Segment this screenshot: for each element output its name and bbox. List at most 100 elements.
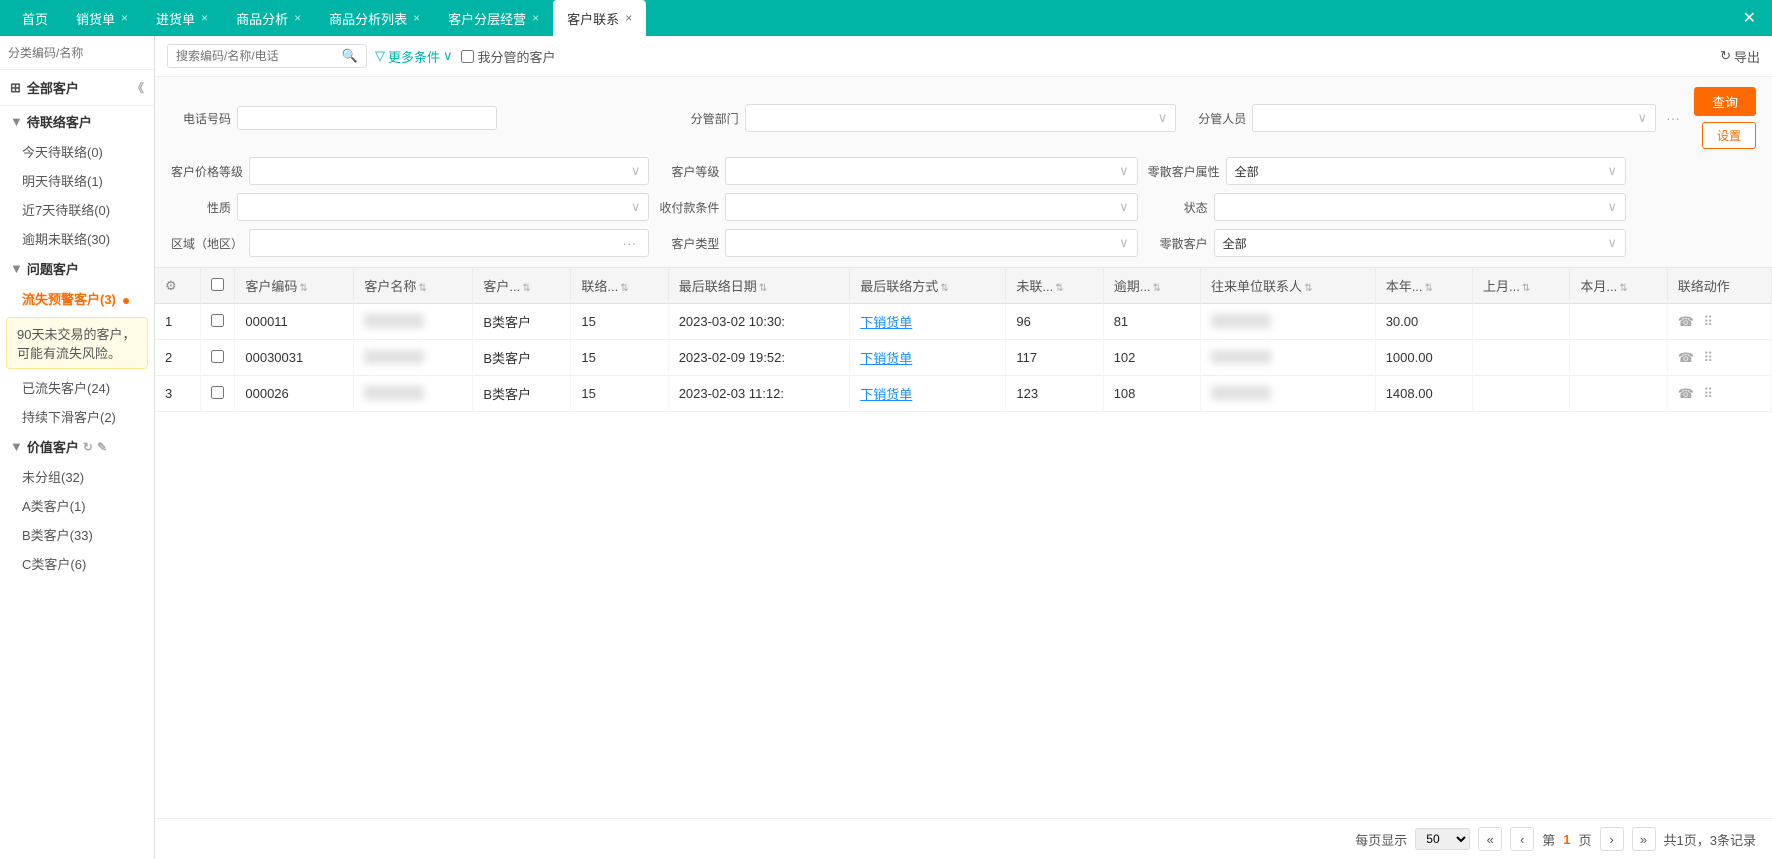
close-icon[interactable]: × xyxy=(625,11,632,25)
th-settings[interactable]: ⚙ xyxy=(155,268,201,304)
collapse-icon[interactable]: 《 xyxy=(132,79,144,96)
action-more-icon[interactable]: ⠿ xyxy=(1704,314,1714,329)
customer-type-select[interactable]: ∨ xyxy=(725,229,1137,257)
refresh-icon[interactable]: ↻ xyxy=(83,440,93,454)
tab-home[interactable]: 首页 xyxy=(8,0,62,36)
cell-last-method: 下销货单 xyxy=(850,340,1006,376)
sidebar-group-problem-title[interactable]: ▼ 问题客户 xyxy=(0,253,154,284)
th-last-date[interactable]: 最后联络日期⇅ xyxy=(668,268,850,304)
export-btn[interactable]: ↻ 导出 xyxy=(1720,47,1760,66)
arrow-down-icon: ▼ xyxy=(10,261,23,276)
cell-overdue: 102 xyxy=(1103,340,1200,376)
th-category[interactable]: 客户...⇅ xyxy=(473,268,571,304)
sidebar-item-class-a[interactable]: A类客户(1) xyxy=(0,491,154,520)
payment-select[interactable]: ∨ xyxy=(725,193,1137,221)
manager-select[interactable]: ∨ xyxy=(1252,104,1656,132)
tab-product-analysis[interactable]: 商品分析 × xyxy=(222,0,315,36)
action-more-icon[interactable]: ⠿ xyxy=(1704,386,1714,401)
cell-category: B类客户 xyxy=(473,376,571,412)
tab-sales[interactable]: 销货单 × xyxy=(62,0,142,36)
row-checkbox[interactable] xyxy=(211,314,224,327)
action-contact-icon[interactable]: ☎ xyxy=(1678,386,1694,401)
tab-customer-segment[interactable]: 客户分层经营 × xyxy=(434,0,553,36)
area-select[interactable]: ··· xyxy=(249,229,649,257)
cell-last-month xyxy=(1473,376,1570,412)
close-icon[interactable]: × xyxy=(294,11,301,25)
search-input[interactable] xyxy=(176,49,342,63)
tab-customer-contact[interactable]: 客户联系 × xyxy=(553,0,646,36)
tab-purchase[interactable]: 进货单 × xyxy=(142,0,222,36)
close-icon[interactable]: × xyxy=(201,11,208,25)
sidebar-group-pending-title[interactable]: ▼ 待联络客户 xyxy=(0,106,154,137)
page-prev-btn[interactable]: ‹ xyxy=(1510,827,1534,851)
sidebar-item-churned[interactable]: 已流失客户(24) xyxy=(0,373,154,402)
customer-level-label: 客户等级 xyxy=(659,163,719,180)
close-icon[interactable]: × xyxy=(121,11,128,25)
sidebar-all-customers[interactable]: ⊞ 全部客户 《 xyxy=(0,70,154,106)
row-checkbox[interactable] xyxy=(211,386,224,399)
action-more-icon[interactable]: ⠿ xyxy=(1704,350,1714,365)
settings-button[interactable]: 设置 xyxy=(1702,122,1756,149)
th-last-month[interactable]: 上月...⇅ xyxy=(1473,268,1570,304)
sort-icon: ⇅ xyxy=(620,283,628,294)
contact-method-link[interactable]: 下销货单 xyxy=(860,387,912,402)
sidebar-item-7days[interactable]: 近7天待联络(0) xyxy=(0,195,154,224)
status-select[interactable]: ∨ xyxy=(1214,193,1626,221)
window-close-icon[interactable]: ✕ xyxy=(1735,8,1764,28)
action-contact-icon[interactable]: ☎ xyxy=(1678,350,1694,365)
edit-icon[interactable]: ✎ xyxy=(97,440,107,454)
dept-select[interactable]: ∨ xyxy=(745,104,1177,132)
adv-filter-row-3: 性质 ∨ 收付款条件 ∨ 状态 xyxy=(171,193,1756,221)
sidebar-item-class-b[interactable]: B类客户(33) xyxy=(0,520,154,549)
cell-contact-person xyxy=(1201,304,1376,340)
manager-more-icon[interactable]: ··· xyxy=(1662,110,1684,126)
th-last-method[interactable]: 最后联络方式⇅ xyxy=(850,268,1006,304)
sidebar-item-tomorrow[interactable]: 明天待联络(1) xyxy=(0,166,154,195)
page-size-select[interactable]: 50 100 200 xyxy=(1415,828,1470,850)
sidebar-item-today[interactable]: 今天待联络(0) xyxy=(0,137,154,166)
zero-attr-select[interactable]: 全部 ∨ xyxy=(1226,157,1626,185)
price-level-select[interactable]: ∨ xyxy=(249,157,649,185)
chevron-down-icon: ∨ xyxy=(1607,235,1617,251)
page-last-btn[interactable]: » xyxy=(1632,827,1656,851)
sidebar-item-churn-warning[interactable]: 流失预警客户(3) xyxy=(0,284,154,313)
sidebar-search-input[interactable] xyxy=(8,46,155,60)
my-customers-checkbox[interactable] xyxy=(461,50,474,63)
page-next-btn[interactable]: › xyxy=(1600,827,1624,851)
sidebar-item-class-c[interactable]: C类客户(6) xyxy=(0,549,154,578)
th-contact-count[interactable]: 联络...⇅ xyxy=(571,268,668,304)
select-all-checkbox[interactable] xyxy=(211,278,224,291)
cell-contact-person xyxy=(1201,340,1376,376)
page-first-btn[interactable]: « xyxy=(1478,827,1502,851)
cell-last-date: 2023-02-03 11:12: xyxy=(668,376,850,412)
th-overdue[interactable]: 逾期...⇅ xyxy=(1103,268,1200,304)
more-conditions-btn[interactable]: ▽ 更多条件 ∨ xyxy=(375,47,453,66)
zero-customer-select[interactable]: 全部 ∨ xyxy=(1214,229,1626,257)
nature-select[interactable]: ∨ xyxy=(237,193,649,221)
th-contact-person[interactable]: 往来单位联系人⇅ xyxy=(1201,268,1376,304)
phone-input[interactable] xyxy=(237,106,497,130)
contact-method-link[interactable]: 下销货单 xyxy=(860,351,912,366)
th-name[interactable]: 客户名称⇅ xyxy=(354,268,473,304)
sidebar-item-overdue[interactable]: 逾期未联络(30) xyxy=(0,224,154,253)
action-contact-icon[interactable]: ☎ xyxy=(1678,314,1694,329)
query-button[interactable]: 查询 xyxy=(1694,87,1756,116)
sidebar-group-value-title[interactable]: ▼ 价值客户 ↻ ✎ xyxy=(0,431,154,462)
chevron-down-icon: ∨ xyxy=(631,199,641,215)
th-this-month[interactable]: 本月...⇅ xyxy=(1570,268,1667,304)
sidebar-item-declining[interactable]: 持续下滑客户(2) xyxy=(0,402,154,431)
sidebar-item-ungrouped[interactable]: 未分组(32) xyxy=(0,462,154,491)
contact-method-link[interactable]: 下销货单 xyxy=(860,315,912,330)
close-icon[interactable]: × xyxy=(413,11,420,25)
row-checkbox[interactable] xyxy=(211,350,224,363)
customer-level-select[interactable]: ∨ xyxy=(725,157,1137,185)
th-code[interactable]: 客户编码⇅ xyxy=(235,268,354,304)
close-icon[interactable]: × xyxy=(532,11,539,25)
tab-product-analysis-list[interactable]: 商品分析列表 × xyxy=(315,0,434,36)
th-uncontacted[interactable]: 未联...⇅ xyxy=(1006,268,1103,304)
table-header-row: ⚙ 客户编码⇅ 客户名称⇅ 客户...⇅ 联络...⇅ 最后联络日期⇅ 最后联络… xyxy=(155,268,1772,304)
th-this-year[interactable]: 本年...⇅ xyxy=(1375,268,1472,304)
area-more-icon[interactable]: ··· xyxy=(618,235,640,251)
chevron-down-icon: ∨ xyxy=(631,163,641,179)
adv-field-zero-attr: 零散客户属性 全部 ∨ xyxy=(1148,157,1626,185)
